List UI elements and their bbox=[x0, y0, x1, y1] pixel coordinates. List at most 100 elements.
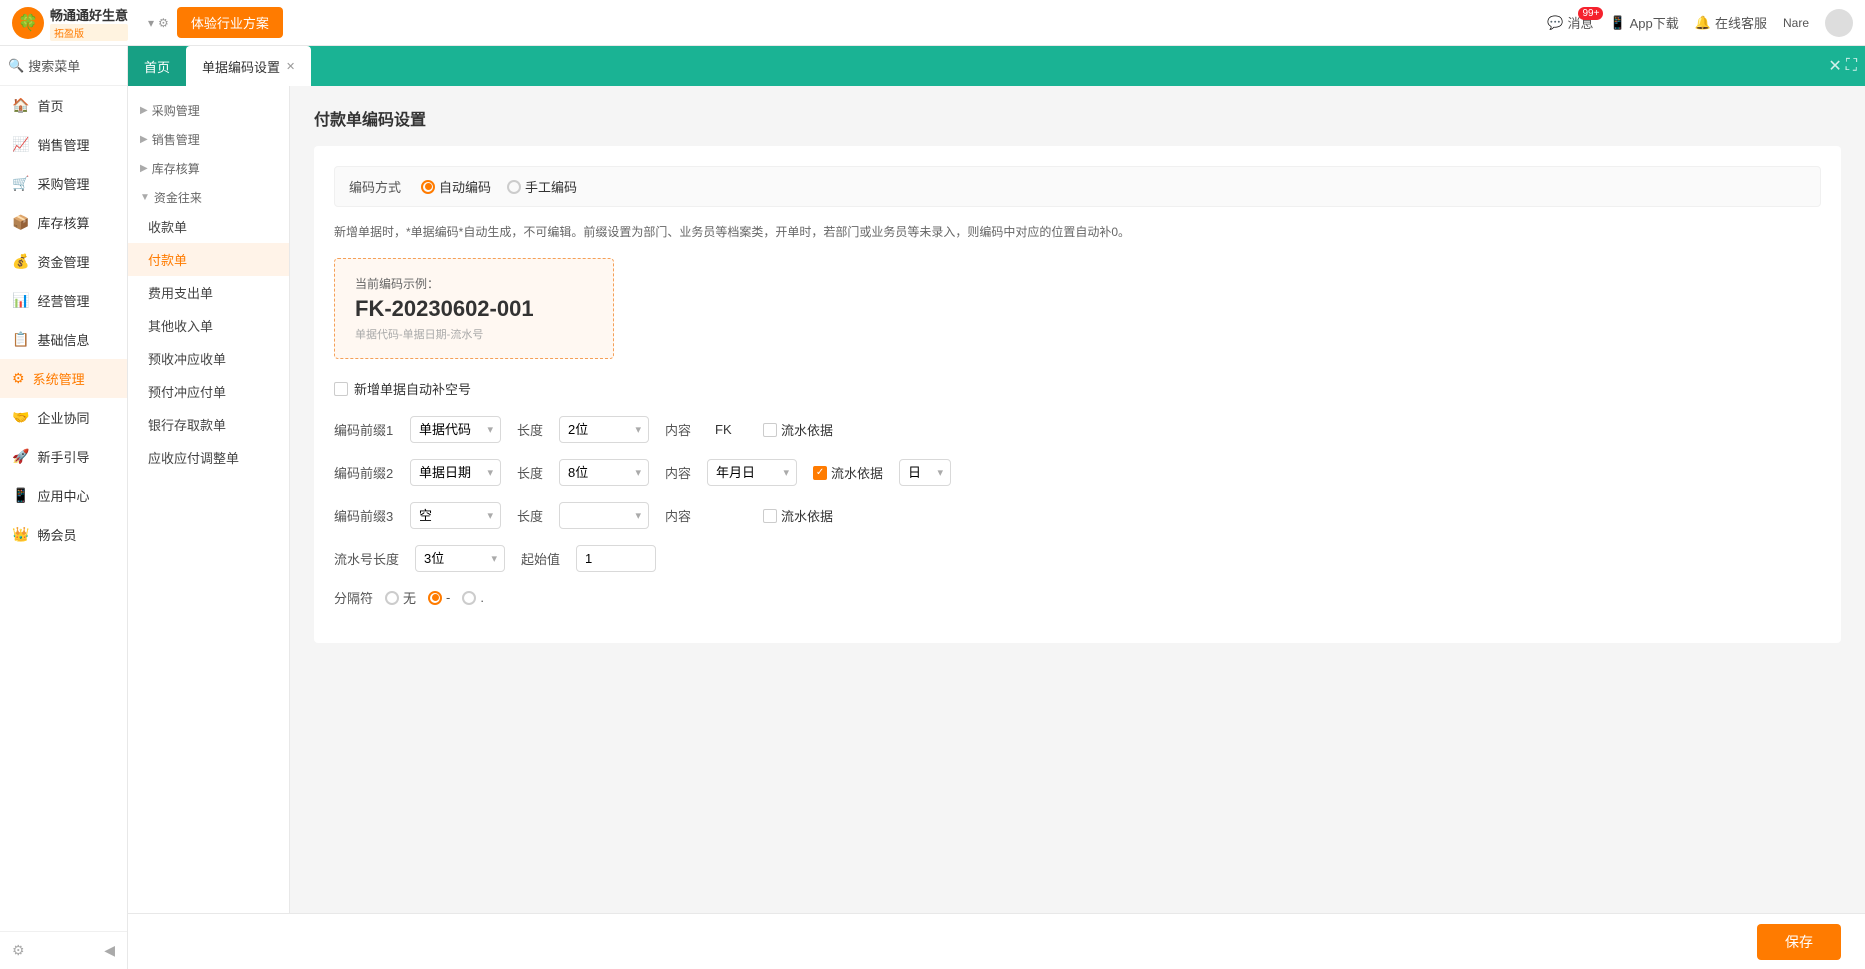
member-icon: 👑 bbox=[12, 526, 29, 543]
sidebar-menu: 🏠 首页 📈 销售管理 🛒 采购管理 📦 库存核算 💰 资金管理 📊 经 bbox=[0, 86, 127, 931]
message-btn[interactable]: 💬 消息 99+ bbox=[1547, 13, 1593, 32]
sidebar-item-finance[interactable]: 💰 资金管理 bbox=[0, 242, 127, 281]
separator-label: 分隔符 bbox=[334, 588, 373, 607]
prefix-select-2[interactable]: 单据代码 单据日期 部门 业务员 空 bbox=[410, 459, 501, 486]
arrow-sales: ▶ bbox=[140, 134, 148, 145]
serial-length-select[interactable]: 3位 4位 5位 6位 bbox=[415, 545, 505, 572]
date-format-input[interactable]: 年月日 年月 年 bbox=[707, 459, 797, 486]
username: Nare bbox=[1783, 16, 1809, 30]
sidebar-item-purchase[interactable]: 🛒 采购管理 bbox=[0, 164, 127, 203]
len-select-3[interactable] bbox=[559, 502, 649, 529]
serial-row: 流水号长度 3位 4位 5位 6位 起始值 bbox=[334, 545, 1821, 572]
save-button[interactable]: 保存 bbox=[1757, 924, 1841, 960]
base-icon: 📋 bbox=[12, 331, 29, 348]
sidebar-item-inventory[interactable]: 📦 库存核算 bbox=[0, 203, 127, 242]
footer-settings-icon[interactable]: ⚙ bbox=[12, 942, 25, 959]
sidebar-item-base[interactable]: 📋 基础信息 bbox=[0, 320, 127, 359]
prefix-select-1[interactable]: 单据代码 单据日期 部门 业务员 空 bbox=[410, 416, 501, 443]
len-label-3: 长度 bbox=[517, 506, 543, 525]
auto-radio-dot bbox=[421, 180, 435, 194]
sidebar-item-sales[interactable]: 📈 销售管理 bbox=[0, 125, 127, 164]
encode-mode-label: 编码方式 bbox=[349, 177, 401, 196]
day-select-input[interactable]: 日 月 年 bbox=[899, 459, 951, 486]
len-select-2[interactable]: 8位 bbox=[559, 459, 649, 486]
sub-item-receipt[interactable]: 收款单 bbox=[128, 210, 289, 243]
sub-item-bank[interactable]: 银行存取款单 bbox=[128, 408, 289, 441]
len-select-input-2[interactable]: 8位 bbox=[559, 459, 649, 486]
len-select-input-1[interactable]: 2位 bbox=[559, 416, 649, 443]
inventory-icon: 📦 bbox=[12, 214, 29, 231]
sub-item-pre-pay[interactable]: 预付冲应付单 bbox=[128, 375, 289, 408]
len-select-input-3[interactable] bbox=[559, 502, 649, 529]
auto-fill-label: 新增单据自动补空号 bbox=[354, 379, 471, 398]
auto-fill-checkbox[interactable] bbox=[334, 382, 348, 396]
stream-box-1[interactable] bbox=[763, 423, 777, 437]
topbar-right: 💬 消息 99+ 📱 App下载 🔔 在线客服 Nare bbox=[1547, 9, 1853, 37]
serial-length-input[interactable]: 3位 4位 5位 6位 bbox=[415, 545, 505, 572]
sub-item-expense[interactable]: 费用支出单 bbox=[128, 276, 289, 309]
sep-dot-option[interactable]: . bbox=[462, 590, 484, 605]
tab-close-icon[interactable]: ✕ bbox=[286, 60, 295, 73]
settings-icon[interactable]: ⚙ bbox=[158, 16, 169, 30]
start-value-input[interactable] bbox=[576, 545, 656, 572]
sep-dash-dot bbox=[428, 591, 442, 605]
stream-box-3[interactable] bbox=[763, 509, 777, 523]
sidebar-item-corp[interactable]: 🤝 企业协同 bbox=[0, 398, 127, 437]
prefix-select-input-3[interactable]: 单据代码 单据日期 部门 业务员 空 bbox=[410, 502, 501, 529]
stream-box-2[interactable]: ✓ bbox=[813, 466, 827, 480]
stream-checkbox-2[interactable]: ✓ 流水依据 bbox=[813, 463, 883, 482]
date-format-select[interactable]: 年月日 年月 年 bbox=[707, 459, 797, 486]
len-select-1[interactable]: 2位 bbox=[559, 416, 649, 443]
content-label-1: 内容 bbox=[665, 420, 691, 439]
nav-dropdown-icon[interactable]: ▾ bbox=[148, 16, 154, 30]
sub-group-purchase[interactable]: ▶ 采购管理 bbox=[128, 94, 289, 123]
auto-radio[interactable]: 自动编码 bbox=[421, 177, 491, 196]
content-label-3: 内容 bbox=[665, 506, 691, 525]
sidebar-item-guide[interactable]: 🚀 新手引导 bbox=[0, 437, 127, 476]
stream-checkbox-1[interactable]: 流水依据 bbox=[763, 420, 833, 439]
sub-item-payment[interactable]: 付款单 bbox=[128, 243, 289, 276]
prefix-row-3: 编码前缀3 单据代码 单据日期 部门 业务员 空 长度 bbox=[334, 502, 1821, 529]
sub-item-adjust[interactable]: 应收应付调整单 bbox=[128, 441, 289, 474]
arrow-finance: ▼ bbox=[140, 192, 150, 203]
tab-encode-setting[interactable]: 单据编码设置 ✕ bbox=[186, 46, 311, 86]
manual-radio[interactable]: 手工编码 bbox=[507, 177, 577, 196]
app-icon: 📱 bbox=[1609, 15, 1625, 31]
sub-item-other-income[interactable]: 其他收入单 bbox=[128, 309, 289, 342]
sep-none-option[interactable]: 无 bbox=[385, 588, 416, 607]
tab-maximize-icon[interactable]: ⛶ bbox=[1846, 57, 1857, 75]
prefix-select-input-2[interactable]: 单据代码 单据日期 部门 业务员 空 bbox=[410, 459, 501, 486]
prefix-select-3[interactable]: 单据代码 单据日期 部门 业务员 空 bbox=[410, 502, 501, 529]
sub-group-sales[interactable]: ▶ 销售管理 bbox=[128, 123, 289, 152]
sidebar-item-member[interactable]: 👑 畅会员 bbox=[0, 515, 127, 554]
system-icon: ⚙ bbox=[12, 370, 25, 387]
sub-group-inventory[interactable]: ▶ 库存核算 bbox=[128, 152, 289, 181]
try-btn[interactable]: 体验行业方案 bbox=[177, 7, 283, 38]
home-icon: 🏠 bbox=[12, 97, 29, 114]
serial-length-label: 流水号长度 bbox=[334, 549, 399, 568]
sep-dot-dot bbox=[462, 591, 476, 605]
stream-checkbox-3[interactable]: 流水依据 bbox=[763, 506, 833, 525]
logo-icon: 🍀 bbox=[12, 7, 44, 39]
sidebar-item-app[interactable]: 📱 应用中心 bbox=[0, 476, 127, 515]
prefix-select-input-1[interactable]: 单据代码 单据日期 部门 业务员 空 bbox=[410, 416, 501, 443]
tab-close-all-icon[interactable]: ✕ bbox=[1828, 56, 1841, 76]
len-label-2: 长度 bbox=[517, 463, 543, 482]
sidebar-search[interactable]: 🔍 搜索菜单 bbox=[0, 46, 127, 86]
day-select[interactable]: 日 月 年 bbox=[899, 459, 951, 486]
content-area: 首页 单据编码设置 ✕ ✕ ⛶ ▶ 采购管理 ▶ 销售管理 bbox=[128, 46, 1865, 969]
prefix-row-1: 编码前缀1 单据代码 单据日期 部门 业务员 空 长度 bbox=[334, 416, 1821, 443]
online-service-btn[interactable]: 🔔 在线客服 bbox=[1695, 13, 1767, 32]
app-download-btn[interactable]: 📱 App下载 bbox=[1609, 13, 1678, 32]
avatar bbox=[1825, 9, 1853, 37]
sub-group-finance[interactable]: ▼ 资金往来 bbox=[128, 181, 289, 210]
sep-dash-option[interactable]: - bbox=[428, 590, 450, 605]
info-text: 新增单据时，*单据编码*自动生成，不可编辑。前缀设置为部门、业务员等档案类，开单… bbox=[334, 223, 1821, 242]
tab-home[interactable]: 首页 bbox=[128, 46, 186, 86]
sidebar-item-system[interactable]: ⚙ 系统管理 bbox=[0, 359, 127, 398]
sidebar-item-home[interactable]: 🏠 首页 bbox=[0, 86, 127, 125]
footer-collapse-icon[interactable]: ◀ bbox=[104, 942, 115, 959]
sub-item-pre-recv[interactable]: 预收冲应收单 bbox=[128, 342, 289, 375]
sidebar-item-operation[interactable]: 📊 经营管理 bbox=[0, 281, 127, 320]
prefix-label-3: 编码前缀3 bbox=[334, 506, 394, 525]
